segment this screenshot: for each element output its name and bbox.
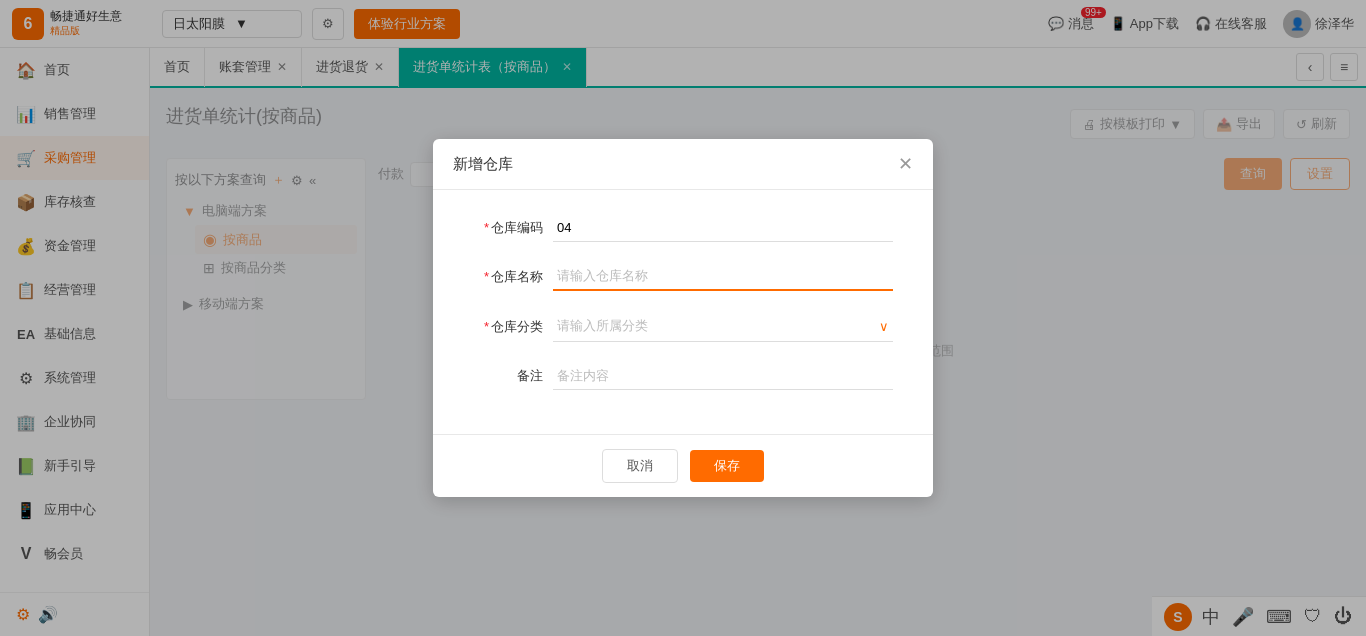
add-warehouse-modal: 新增仓库 ✕ *仓库编码 *仓库名称 *仓库分类 <box>433 139 933 497</box>
modal-body: *仓库编码 *仓库名称 *仓库分类 请输入所属分类 ∨ <box>433 190 933 434</box>
name-label: *仓库名称 <box>473 268 543 286</box>
modal-overlay[interactable]: 新增仓库 ✕ *仓库编码 *仓库名称 *仓库分类 <box>0 0 1366 636</box>
required-star-code: * <box>484 220 489 235</box>
modal-title: 新增仓库 <box>453 155 513 174</box>
modal-footer: 取消 保存 <box>433 434 933 497</box>
category-placeholder: 请输入所属分类 <box>557 317 879 335</box>
category-label: *仓库分类 <box>473 318 543 336</box>
warehouse-code-input[interactable] <box>553 214 893 242</box>
warehouse-note-input[interactable] <box>553 362 893 390</box>
form-row-name: *仓库名称 <box>473 262 893 291</box>
modal-header: 新增仓库 ✕ <box>433 139 933 190</box>
required-star-cat: * <box>484 319 489 334</box>
form-row-code: *仓库编码 <box>473 214 893 242</box>
form-row-category: *仓库分类 请输入所属分类 ∨ <box>473 311 893 342</box>
category-dropdown-icon: ∨ <box>879 319 889 334</box>
modal-close-icon[interactable]: ✕ <box>898 153 913 175</box>
cancel-button[interactable]: 取消 <box>602 449 678 483</box>
code-label: *仓库编码 <box>473 219 543 237</box>
note-label: 备注 <box>473 367 543 385</box>
category-select[interactable]: 请输入所属分类 ∨ <box>553 311 893 342</box>
required-star-name: * <box>484 269 489 284</box>
warehouse-name-input[interactable] <box>553 262 893 291</box>
form-row-note: 备注 <box>473 362 893 390</box>
save-button[interactable]: 保存 <box>690 450 764 482</box>
